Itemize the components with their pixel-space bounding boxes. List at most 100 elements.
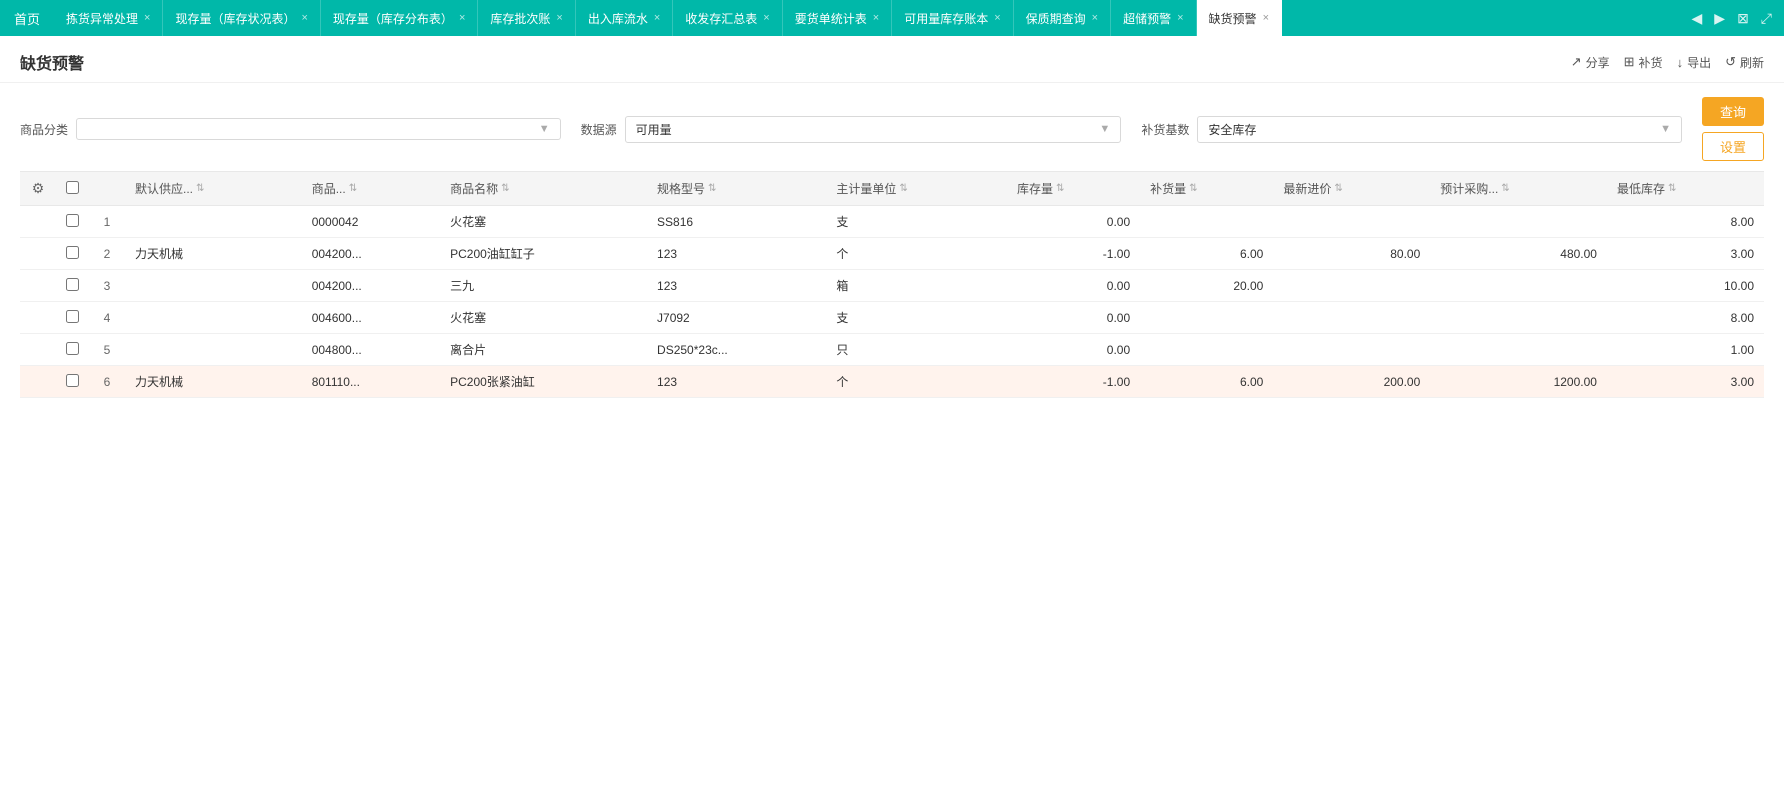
- sort-min-stock-icon[interactable]: ⇅: [1668, 183, 1676, 194]
- row-estimated-purchase-cell: 1200.00: [1430, 366, 1607, 398]
- close-tab-2[interactable]: ×: [301, 12, 307, 24]
- replenish-action[interactable]: ⊞ 补货: [1624, 54, 1663, 71]
- close-tab-10[interactable]: ×: [1177, 12, 1183, 24]
- tab-home[interactable]: 首页: [0, 0, 54, 36]
- datasource-arrow-icon: ▼: [1099, 123, 1110, 135]
- row-stock-cell: 0.00: [1007, 206, 1140, 238]
- query-button[interactable]: 查询: [1702, 97, 1764, 126]
- row-latest-price-cell: 200.00: [1273, 366, 1430, 398]
- tab-overstock-warning[interactable]: 超储预警 ×: [1111, 0, 1196, 36]
- filter-group-replenish-base: 补货基数 安全库存 ▼: [1141, 116, 1682, 143]
- close-tab-4[interactable]: ×: [556, 12, 562, 24]
- nav-fullscreen-btn[interactable]: ⤢: [1755, 8, 1778, 29]
- row-settings-cell: [20, 270, 56, 302]
- col-min-stock-label: 最低库存: [1617, 180, 1665, 197]
- row-checkbox-1[interactable]: [66, 246, 79, 259]
- close-tab-3[interactable]: ×: [459, 12, 465, 24]
- col-min-stock: 最低库存 ⇅: [1607, 172, 1764, 206]
- close-tab-9[interactable]: ×: [1092, 12, 1098, 24]
- row-settings-cell: [20, 238, 56, 270]
- data-table: ⚙ 默认供应... ⇅ 商品...: [20, 171, 1764, 398]
- row-checkbox-cell: [56, 270, 89, 302]
- share-action[interactable]: ↗ 分享: [1571, 54, 1610, 71]
- export-label: 导出: [1687, 54, 1711, 71]
- row-checkbox-2[interactable]: [66, 278, 79, 291]
- row-replenish-cell: 6.00: [1140, 366, 1273, 398]
- col-stock: 库存量 ⇅: [1007, 172, 1140, 206]
- export-action[interactable]: ↓ 导出: [1677, 54, 1712, 71]
- sort-supplier-icon[interactable]: ⇅: [196, 183, 204, 194]
- replenish-base-select[interactable]: 安全库存 ▼: [1197, 116, 1682, 143]
- sort-replenish-icon[interactable]: ⇅: [1189, 183, 1197, 194]
- sort-product-code-icon[interactable]: ⇅: [349, 183, 357, 194]
- tab-batch-account[interactable]: 库存批次账 ×: [478, 0, 575, 36]
- row-product-code-cell: 004600...: [302, 302, 440, 334]
- row-product-code-cell: 801110...: [302, 366, 440, 398]
- sort-estimated-purchase-icon[interactable]: ⇅: [1501, 183, 1509, 194]
- col-product-name-label: 商品名称: [450, 180, 498, 197]
- tab-inout-flow[interactable]: 出入库流水 ×: [576, 0, 673, 36]
- refresh-action[interactable]: ↺ 刷新: [1725, 54, 1764, 71]
- row-unit-cell: 支: [826, 302, 1007, 334]
- nav-prev-btn[interactable]: ◀: [1686, 8, 1709, 29]
- row-checkbox-cell: [56, 334, 89, 366]
- row-checkbox-0[interactable]: [66, 214, 79, 227]
- table-row: 6 力天机械 801110... PC200张紧油缸 123 个 -1.00 6…: [20, 366, 1764, 398]
- replenish-base-arrow-icon: ▼: [1660, 123, 1671, 135]
- replenish-base-label: 补货基数: [1141, 121, 1189, 138]
- sort-unit-icon[interactable]: ⇅: [899, 183, 907, 194]
- datasource-select[interactable]: 可用量 ▼: [625, 116, 1122, 143]
- datasource-label: 数据源: [581, 121, 617, 138]
- row-latest-price-cell: [1273, 270, 1430, 302]
- row-stock-cell: 0.00: [1007, 270, 1140, 302]
- row-checkbox-cell: [56, 302, 89, 334]
- row-product-name-cell: PC200张紧油缸: [440, 366, 647, 398]
- col-checkbox: [56, 172, 89, 206]
- row-num-cell: 2: [89, 238, 125, 270]
- row-supplier-cell: [125, 334, 302, 366]
- row-estimated-purchase-cell: [1430, 334, 1607, 366]
- sort-product-name-icon[interactable]: ⇅: [501, 183, 509, 194]
- row-num-cell: 3: [89, 270, 125, 302]
- row-stock-cell: 0.00: [1007, 302, 1140, 334]
- settings-button[interactable]: 设置: [1702, 132, 1764, 161]
- row-checkbox-4[interactable]: [66, 342, 79, 355]
- close-tab-7[interactable]: ×: [873, 12, 879, 24]
- header-actions: ↗ 分享 ⊞ 补货 ↓ 导出 ↺ 刷新: [1571, 54, 1764, 71]
- sort-spec-icon[interactable]: ⇅: [708, 183, 716, 194]
- tab-order-stats[interactable]: 要货单统计表 ×: [783, 0, 892, 36]
- category-select[interactable]: ▼: [76, 118, 561, 140]
- row-spec-cell: DS250*23c...: [647, 334, 826, 366]
- tab-quality-query[interactable]: 保质期查询 ×: [1014, 0, 1111, 36]
- sort-stock-icon[interactable]: ⇅: [1056, 183, 1064, 194]
- row-stock-cell: 0.00: [1007, 334, 1140, 366]
- nav-next-btn[interactable]: ▶: [1708, 8, 1731, 29]
- select-all-checkbox[interactable]: [66, 181, 79, 194]
- row-settings-cell: [20, 206, 56, 238]
- table-body: 1 0000042 火花塞 SS816 支 0.00 8.00 2 力天机械 0…: [20, 206, 1764, 398]
- page-header: 缺货预警 ↗ 分享 ⊞ 补货 ↓ 导出 ↺ 刷新: [0, 36, 1784, 83]
- row-replenish-cell: [1140, 302, 1273, 334]
- tab-pick-exception[interactable]: 拣货异常处理 ×: [54, 0, 163, 36]
- category-label: 商品分类: [20, 121, 68, 138]
- table-row: 1 0000042 火花塞 SS816 支 0.00 8.00: [20, 206, 1764, 238]
- tab-available-ledger[interactable]: 可用量库存账本 ×: [892, 0, 1013, 36]
- col-supplier-label: 默认供应...: [135, 180, 193, 197]
- row-checkbox-5[interactable]: [66, 374, 79, 387]
- export-icon: ↓: [1677, 55, 1684, 70]
- row-product-code-cell: 004200...: [302, 238, 440, 270]
- tab-summary[interactable]: 收发存汇总表 ×: [673, 0, 782, 36]
- close-tab-11[interactable]: ×: [1263, 12, 1269, 24]
- close-tab-8[interactable]: ×: [994, 12, 1000, 24]
- tab-inventory-dist[interactable]: 现存量（库存分布表） ×: [321, 0, 478, 36]
- close-tab-5[interactable]: ×: [654, 12, 660, 24]
- gear-icon[interactable]: ⚙: [32, 180, 45, 196]
- row-checkbox-3[interactable]: [66, 310, 79, 323]
- tab-inventory-status[interactable]: 现存量（库存状况表） ×: [163, 0, 320, 36]
- sort-latest-price-icon[interactable]: ⇅: [1334, 183, 1342, 194]
- close-tab-1[interactable]: ×: [144, 12, 150, 24]
- tab-shortage-warning[interactable]: 缺货预警 ×: [1197, 0, 1282, 36]
- close-tab-6[interactable]: ×: [763, 12, 769, 24]
- row-estimated-purchase-cell: [1430, 206, 1607, 238]
- nav-expand-btn[interactable]: ⊠: [1731, 8, 1755, 29]
